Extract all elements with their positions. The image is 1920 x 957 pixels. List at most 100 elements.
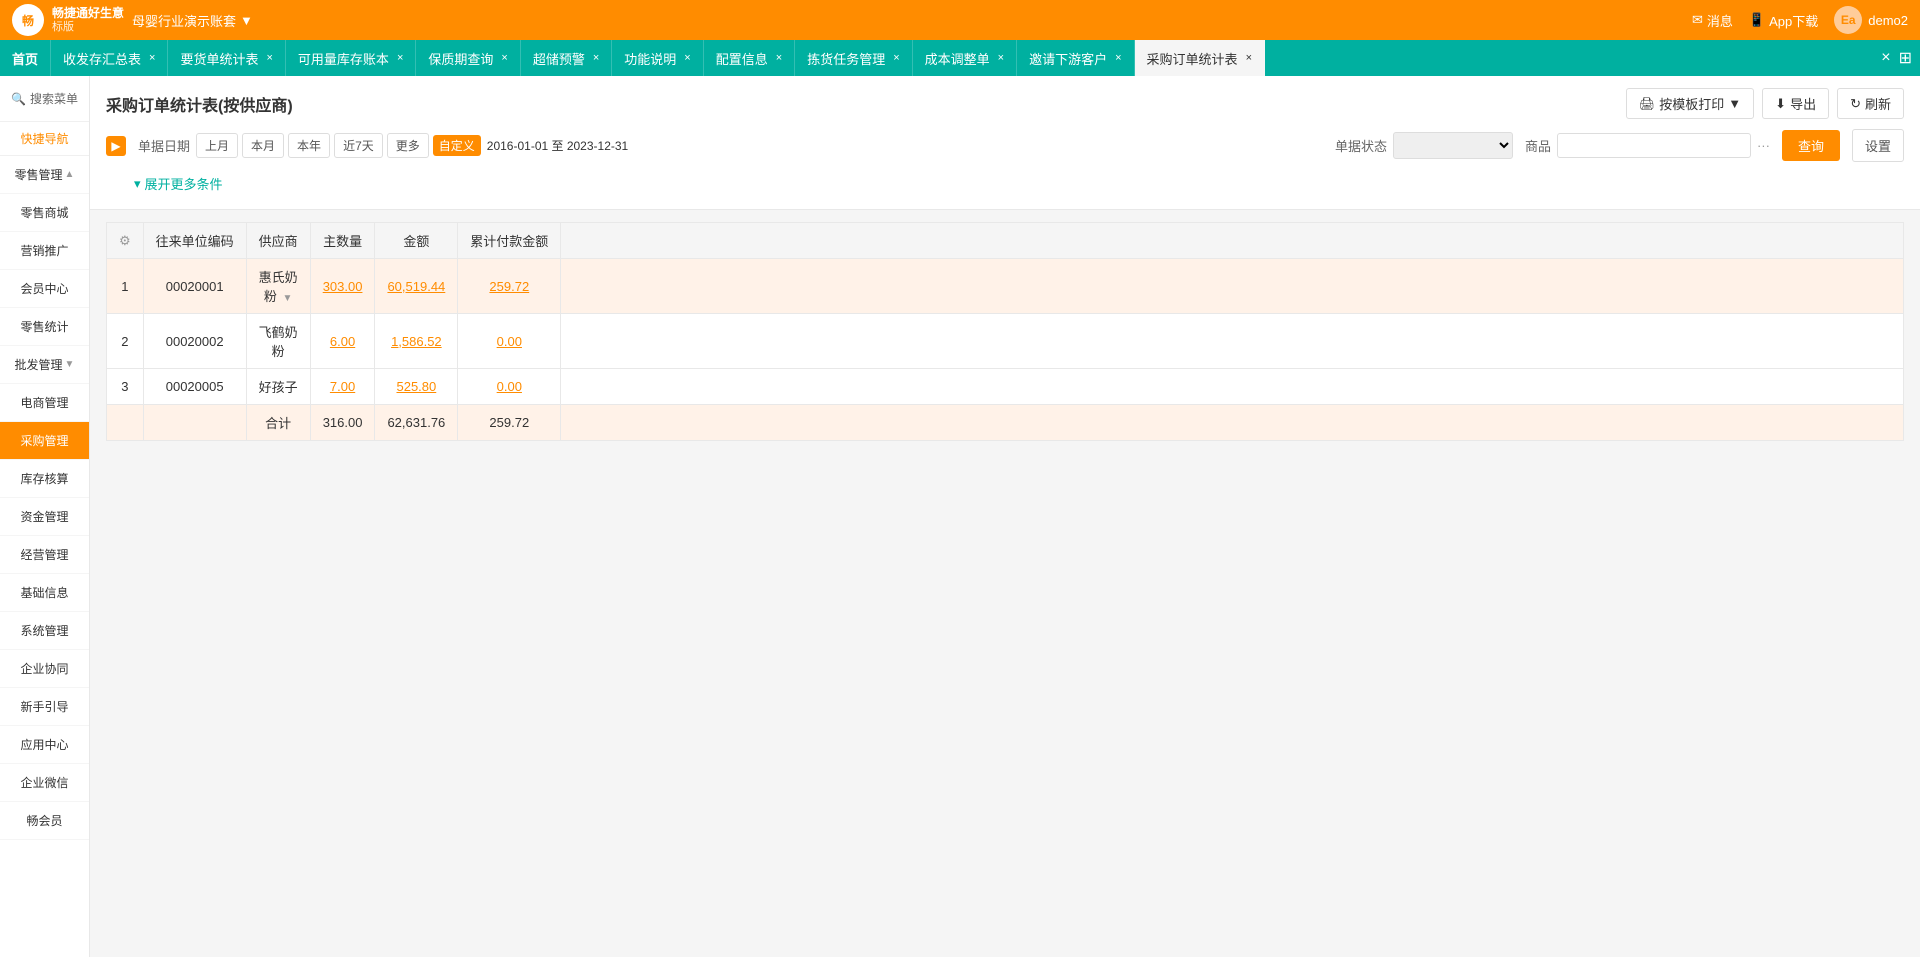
close-tab-invite-downstream[interactable]: × [1115,52,1121,64]
cell-no-2: 2 [107,314,144,369]
export-btn[interactable]: ⬇ 导出 [1762,88,1829,119]
sidebar-item-app-center[interactable]: 应用中心 [0,726,89,764]
cell-paid-amount-2: 0.00 [458,314,561,369]
tab-receive-send[interactable]: 收发存汇总表 × [51,40,168,76]
search-menu-btn[interactable]: 🔍 搜索菜单 [8,86,81,111]
footer-main-qty: 316.00 [310,405,375,441]
tab-purchase-summary[interactable]: 采购订单统计表 × [1135,40,1265,76]
tab-invite-downstream[interactable]: 邀请下游客户 × [1017,40,1134,76]
date-custom-badge[interactable]: 自定义 [433,135,481,156]
goods-input[interactable] [1557,133,1751,158]
message-btn[interactable]: ✉ 消息 [1692,11,1733,30]
sidebar-item-retail-stats[interactable]: 零售统计 [0,308,89,346]
date-btn-this-year[interactable]: 本年 [288,133,330,158]
date-btn-more[interactable]: 更多 [387,133,429,158]
tab-function-desc[interactable]: 功能说明 × [612,40,703,76]
date-btn-last-month[interactable]: 上月 [196,133,238,158]
footer-row: 合计 316.00 62,631.76 259.72 [107,405,1904,441]
tab-picking-task[interactable]: 拣货任务管理 × [795,40,912,76]
settings-icon[interactable]: ⚙ [119,233,131,248]
query-btn[interactable]: 查询 [1782,130,1840,161]
cell-main-qty-2: 6.00 [310,314,375,369]
cell-amount-2: 1,586.52 [375,314,458,369]
logo-icon: 畅 [12,4,44,36]
sidebar-item-retail-store[interactable]: 零售商城 [0,194,89,232]
nav-end-buttons: × ⊞ [1881,48,1920,68]
status-label: 单据状态 [1335,136,1387,155]
tab-home[interactable]: 首页 [0,40,51,76]
col-extra [561,223,1904,259]
close-tab-overstock-warning[interactable]: × [593,52,599,64]
avatar: Ea [1834,6,1862,34]
sidebar-item-fund-management[interactable]: 资金管理 [0,498,89,536]
page-actions: 🖨 按模板打印 ▼ ⬇ 导出 ↻ 刷新 [1626,88,1904,119]
expand-more-row: ▾ 展开更多条件 [106,168,1904,199]
tab-order-summary[interactable]: 要货单统计表 × [168,40,285,76]
close-tab-purchase-summary[interactable]: × [1246,52,1252,64]
data-table: ⚙ 往来单位编码 供应商 主数量 金额 累计付款金额 1 00020001 [106,222,1904,441]
table-header: ⚙ 往来单位编码 供应商 主数量 金额 累计付款金额 [107,223,1904,259]
close-tab-available-stock[interactable]: × [397,52,403,64]
close-tab-order-summary[interactable]: × [266,52,272,64]
col-settings[interactable]: ⚙ [107,223,144,259]
cell-paid-amount-1: 259.72 [458,259,561,314]
close-tab-function-desc[interactable]: × [684,52,690,64]
date-filter-group: 单据日期 上月 本月 本年 近7天 更多 自定义 2016-01-01 至 20… [138,133,628,158]
nav-maximize-btn[interactable]: ⊞ [1899,48,1912,68]
dropdown-arrow-icon: ▼ [1728,96,1741,111]
cell-main-qty-3: 7.00 [310,369,375,405]
close-tab-cost-adjust[interactable]: × [998,52,1004,64]
content-area: 采购订单统计表(按供应商) 🖨 按模板打印 ▼ ⬇ 导出 ↻ 刷新 [90,76,1920,957]
sidebar-item-marketing[interactable]: 营销推广 [0,232,89,270]
print-icon: 🖨 [1639,96,1656,112]
tab-overstock-warning[interactable]: 超储预警 × [521,40,612,76]
quick-nav-btn[interactable]: 快捷导航 [0,122,89,156]
nav-close-btn[interactable]: × [1881,49,1890,67]
cell-no-1: 1 [107,259,144,314]
template-print-btn[interactable]: 🖨 按模板打印 ▼ [1626,88,1754,119]
expand-more-btn[interactable]: ▾ 展开更多条件 [134,168,223,199]
date-btn-7days[interactable]: 近7天 [334,133,383,158]
tab-shelf-life[interactable]: 保质期查询 × [416,40,520,76]
company-selector[interactable]: 母婴行业演示账套 ▼ [132,11,253,30]
cell-amount-1: 60,519.44 [375,259,458,314]
goods-more-icon[interactable]: ··· [1757,138,1770,153]
cell-supplier-2: 飞鹤奶粉 [246,314,310,369]
settings-btn[interactable]: 设置 [1852,129,1904,162]
sidebar-item-ecommerce-management[interactable]: 电商管理 [0,384,89,422]
col-supplier-code: 往来单位编码 [143,223,246,259]
user-area[interactable]: Ea demo2 [1834,6,1908,34]
sidebar-item-inventory-check[interactable]: 库存核算 [0,460,89,498]
date-btn-this-month[interactable]: 本月 [242,133,284,158]
sidebar-item-member-center[interactable]: 会员中心 [0,270,89,308]
sidebar-item-premium-member[interactable]: 畅会员 [0,802,89,840]
close-tab-shelf-life[interactable]: × [501,52,507,64]
sidebar-item-system-management[interactable]: 系统管理 [0,612,89,650]
sidebar-item-new-guide[interactable]: 新手引导 [0,688,89,726]
filter-toggle-btn[interactable]: ▶ [106,136,126,156]
app-download-btn[interactable]: 📱 App下载 [1749,11,1818,30]
status-filter-group: 单据状态 [1335,132,1513,159]
refresh-icon: ↻ [1850,96,1861,112]
close-tab-receive-send[interactable]: × [149,52,155,64]
refresh-btn[interactable]: ↻ 刷新 [1837,88,1904,119]
tab-available-stock[interactable]: 可用量库存账本 × [286,40,416,76]
sidebar-item-purchase-management[interactable]: 采购管理 [0,422,89,460]
sidebar-item-wholesale-management[interactable]: 批发管理 ▼ [0,346,89,384]
sidebar-item-enterprise-wechat[interactable]: 企业微信 [0,764,89,802]
sidebar-item-retail-management[interactable]: 零售管理 ▲ [0,156,89,194]
status-select[interactable] [1393,132,1513,159]
tab-config-info[interactable]: 配置信息 × [704,40,795,76]
app-icon: 📱 [1749,12,1765,28]
close-tab-config-info[interactable]: × [776,52,782,64]
sidebar-item-operation-management[interactable]: 经营管理 [0,536,89,574]
tab-cost-adjust[interactable]: 成本调整单 × [913,40,1017,76]
date-shortcuts: 上月 本月 本年 近7天 更多 自定义 [196,133,481,158]
sidebar-item-enterprise-coop[interactable]: 企业协同 [0,650,89,688]
expand-icon: ▾ [134,176,141,192]
sidebar-item-basic-info[interactable]: 基础信息 [0,574,89,612]
chevron-down-icon-2: ▼ [65,359,75,370]
close-tab-picking-task[interactable]: × [893,52,899,64]
col-paid-amount: 累计付款金额 [458,223,561,259]
cell-supplier-code-2: 00020002 [143,314,246,369]
